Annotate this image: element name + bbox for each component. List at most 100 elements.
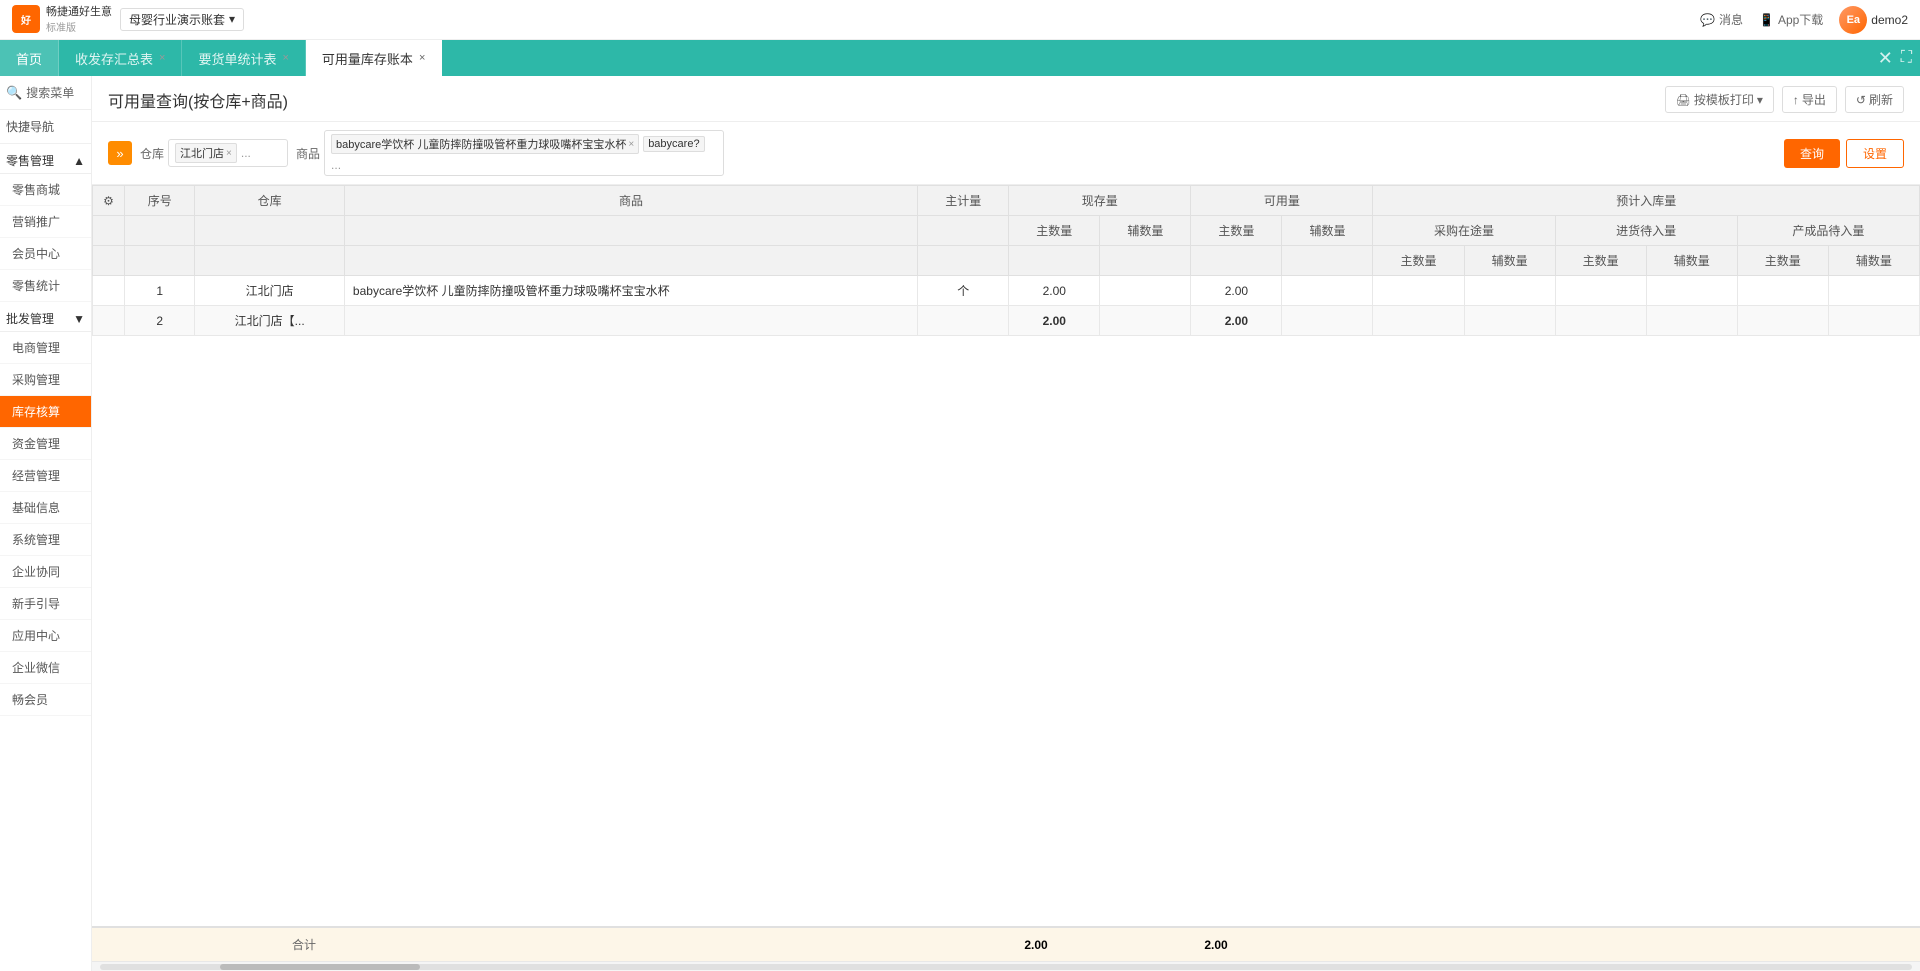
footer-stock-main-total: 2.00 <box>991 938 1081 952</box>
table-container[interactable]: ⚙ 序号 仓库 商品 主计量 现存量 可用量 预计入库量 <box>92 185 1920 926</box>
filter-expand-btn[interactable]: » <box>108 141 132 165</box>
query-btn[interactable]: 查询 <box>1784 139 1840 168</box>
product-tag-1[interactable]: babycare学饮杯 儿童防摔防撞吸管杯重力球吸嘴杯宝宝水杯 × <box>331 134 639 154</box>
top-header: 好 畅捷通好生意 标准版 母婴行业演示账套 ▾ 💬 消息 📱 App下载 Ea … <box>0 0 1920 40</box>
th-product: 商品 <box>344 186 917 216</box>
sidebar-item-basic[interactable]: 基础信息 <box>0 492 91 524</box>
table-footer: 合计 2.00 2.00 <box>92 926 1920 961</box>
row-warehouse-1: 江北门店 <box>195 276 344 306</box>
message-nav[interactable]: 💬 消息 <box>1700 11 1743 28</box>
product-tag-1-label: babycare学饮杯 儿童防摔防撞吸管杯重力球吸嘴杯宝宝水杯 <box>336 136 626 152</box>
filter-bar: » 仓库 江北门店 × ... 商品 babycare学饮杯 儿童防摔防撞吸管杯… <box>92 122 1920 185</box>
sidebar-item-enterprise[interactable]: 企业协同 <box>0 556 91 588</box>
row-no-2: 2 <box>125 306 195 336</box>
sidebar-item-newbie[interactable]: 新手引导 <box>0 588 91 620</box>
wholesale-header: 批发管理 ▼ <box>6 310 85 327</box>
th-product-3 <box>344 246 917 276</box>
tab-order-stat-label: 要货单统计表 <box>198 49 276 68</box>
tab-home[interactable]: 首页 <box>0 40 59 76</box>
product-tag-2[interactable]: babycare? <box>643 136 704 152</box>
row-stock-main-2: 2.00 <box>1009 306 1100 336</box>
th-warehouse-2 <box>195 216 344 246</box>
print-template-btn[interactable]: 🖨 按模板打印 ▾ <box>1665 86 1774 113</box>
th-inbound-pending-group: 进货待入量 <box>1555 216 1737 246</box>
avatar: Ea <box>1839 6 1867 34</box>
warehouse-tag-1[interactable]: 江北门店 × <box>175 143 237 163</box>
row-inbound-main-2 <box>1555 306 1646 336</box>
sidebar-item-retail-stats[interactable]: 零售统计 <box>0 270 91 302</box>
refresh-icon: ↺ <box>1856 93 1866 107</box>
close-all-tabs-icon[interactable]: ✕ <box>1878 48 1893 69</box>
industry-label: 母婴行业演示账套 <box>129 11 225 28</box>
product-filter-more[interactable]: ... <box>331 158 341 172</box>
scroll-thumb[interactable] <box>220 964 420 970</box>
sidebar-item-retail-mall[interactable]: 零售商城 <box>0 174 91 206</box>
print-chevron-icon: ▾ <box>1757 93 1763 107</box>
tab-available-close[interactable]: × <box>419 52 425 64</box>
product-tag-2-label: babycare? <box>648 138 699 150</box>
tab-receipt[interactable]: 收发存汇总表 × <box>59 40 182 76</box>
product-filter-group: 商品 babycare学饮杯 儿童防摔防撞吸管杯重力球吸嘴杯宝宝水杯 × bab… <box>296 130 724 176</box>
data-table: ⚙ 序号 仓库 商品 主计量 现存量 可用量 预计入库量 <box>92 185 1920 336</box>
th-available-group: 可用量 <box>1191 186 1373 216</box>
sidebar-item-wechat[interactable]: 企业微信 <box>0 652 91 684</box>
search-icon: 🔍 <box>6 85 22 101</box>
nav-tabs-bar: 首页 收发存汇总表 × 要货单统计表 × 可用量库存账本 × ✕ ⛶ <box>0 40 1920 76</box>
page-header-actions: 🖨 按模板打印 ▾ ↑ 导出 ↺ 刷新 <box>1665 86 1904 113</box>
row-inbound-aux-2 <box>1646 306 1737 336</box>
sidebar-item-inventory[interactable]: 库存核算 <box>0 396 91 428</box>
sidebar-section-retail[interactable]: 零售管理 ▲ <box>0 144 91 174</box>
phone-icon: 📱 <box>1759 13 1774 27</box>
logo-text-area: 畅捷通好生意 标准版 <box>46 5 112 34</box>
expand-icon[interactable]: ⛶ <box>1901 49 1912 67</box>
tab-available[interactable]: 可用量库存账本 × <box>306 40 442 76</box>
th-inbound-aux: 辅数量 <box>1646 246 1737 276</box>
search-menu-item[interactable]: 🔍 搜索菜单 <box>0 76 91 110</box>
row-product-main-2 <box>1737 306 1828 336</box>
sidebar-item-system[interactable]: 系统管理 <box>0 524 91 556</box>
nav-tabs-right: ✕ ⛶ <box>1870 40 1920 76</box>
sidebar-item-purchase[interactable]: 采购管理 <box>0 364 91 396</box>
th-main-unit-2 <box>918 216 1009 246</box>
tab-home-label: 首页 <box>16 49 42 68</box>
industry-selector[interactable]: 母婴行业演示账套 ▾ <box>120 8 244 31</box>
th-main-unit-3 <box>918 246 1009 276</box>
sidebar-item-finance[interactable]: 资金管理 <box>0 428 91 460</box>
bottom-scrollbar[interactable] <box>92 961 1920 971</box>
export-btn[interactable]: ↑ 导出 <box>1782 86 1837 113</box>
warehouse-filter-more[interactable]: ... <box>241 146 251 160</box>
app-download-nav[interactable]: 📱 App下载 <box>1759 11 1823 28</box>
tab-receipt-close[interactable]: × <box>159 52 165 64</box>
th-warehouse-3 <box>195 246 344 276</box>
row-stock-aux-1 <box>1100 276 1191 306</box>
sidebar-item-ecommerce[interactable]: 电商管理 <box>0 332 91 364</box>
app-download-label: App下载 <box>1778 11 1823 28</box>
user-nav[interactable]: Ea demo2 <box>1839 6 1908 34</box>
warehouse-tag-input[interactable]: 江北门店 × ... <box>168 139 288 167</box>
product-tag-1-remove[interactable]: × <box>628 139 634 150</box>
th-settings[interactable]: ⚙ <box>93 186 125 216</box>
sidebar-item-appstore[interactable]: 应用中心 <box>0 620 91 652</box>
sidebar-item-member[interactable]: 畅会员 <box>0 684 91 716</box>
warehouse-tag-1-remove[interactable]: × <box>226 148 232 159</box>
product-tag-input[interactable]: babycare学饮杯 儿童防摔防撞吸管杯重力球吸嘴杯宝宝水杯 × babyca… <box>324 130 724 176</box>
row-product-aux-1 <box>1828 276 1919 306</box>
row-purchase-main-1 <box>1373 276 1464 306</box>
th-row-no-2 <box>125 216 195 246</box>
tab-order-stat-close[interactable]: × <box>282 52 288 64</box>
main-layout: 🔍 搜索菜单 快捷导航 零售管理 ▲ 零售商城 营销推广 会员中心 零售统计 批… <box>0 76 1920 971</box>
sidebar-item-members[interactable]: 会员中心 <box>0 238 91 270</box>
retail-header: 零售管理 ▲ <box>6 152 85 169</box>
page-title: 可用量查询(按仓库+商品) <box>108 88 288 112</box>
sidebar-item-quick-nav[interactable]: 快捷导航 <box>0 110 91 144</box>
sidebar-section-wholesale[interactable]: 批发管理 ▼ <box>0 302 91 332</box>
th-product-main: 主数量 <box>1737 246 1828 276</box>
tab-order-stat[interactable]: 要货单统计表 × <box>182 40 305 76</box>
th-current-stock-group: 现存量 <box>1009 186 1191 216</box>
tab-receipt-label: 收发存汇总表 <box>75 49 153 68</box>
tab-available-label: 可用量库存账本 <box>322 49 413 68</box>
setting-btn[interactable]: 设置 <box>1846 139 1904 168</box>
sidebar-item-operations[interactable]: 经营管理 <box>0 460 91 492</box>
sidebar-item-marketing[interactable]: 营销推广 <box>0 206 91 238</box>
refresh-btn[interactable]: ↺ 刷新 <box>1845 86 1904 113</box>
